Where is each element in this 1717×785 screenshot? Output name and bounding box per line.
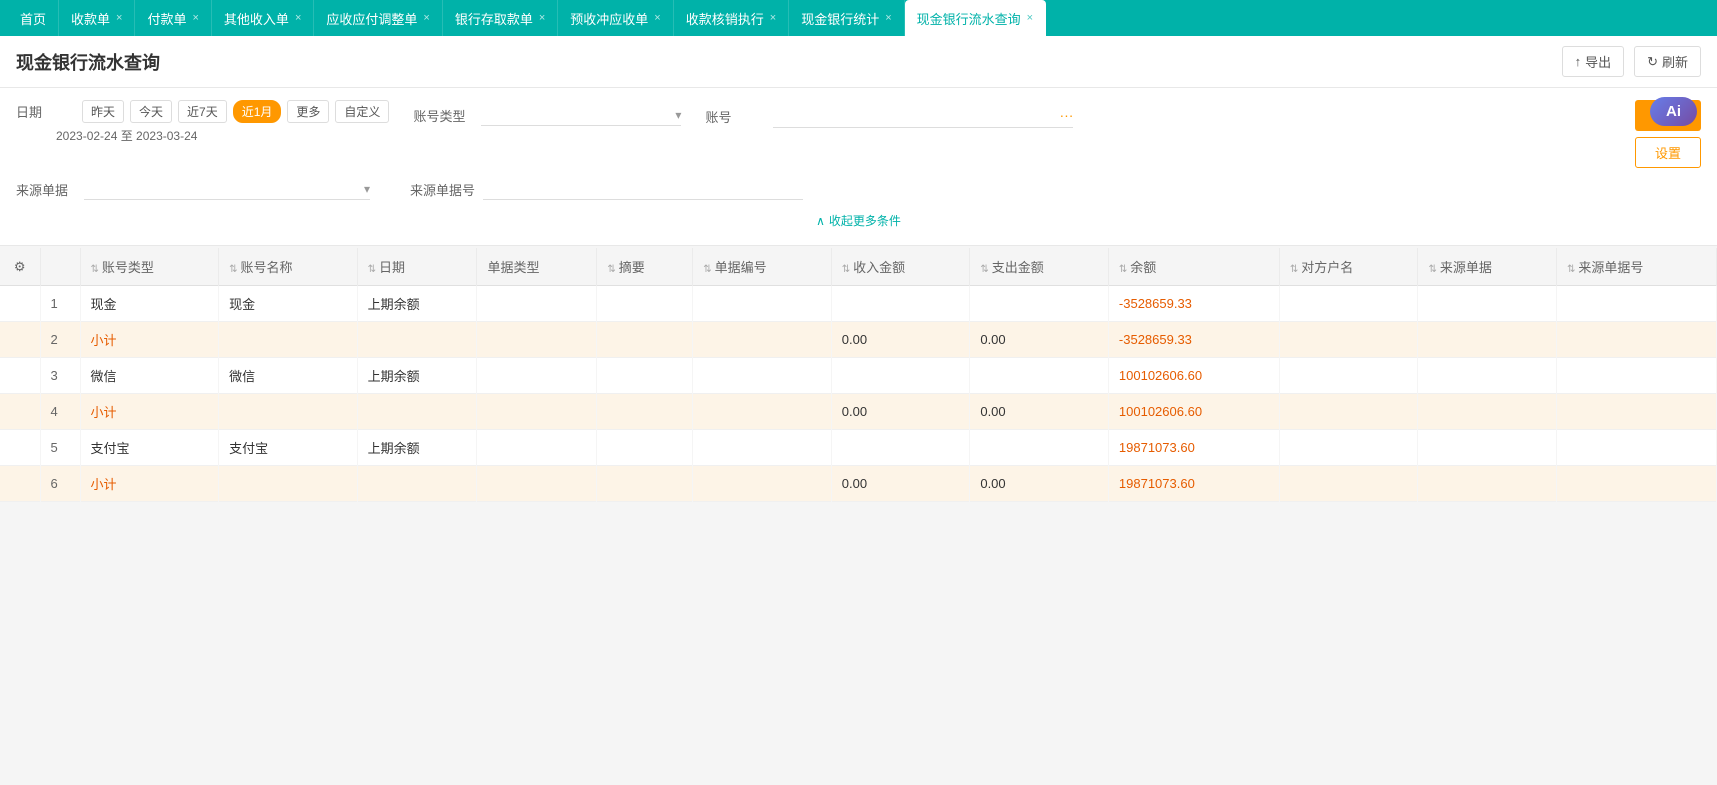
filter-area: 日期 昨天 今天 近7天 近1月 更多 自定义 2023-02-24 至 202… bbox=[0, 88, 1717, 246]
column-doc-type[interactable]: 单据类型 bbox=[477, 248, 597, 286]
page-title: 现金银行流水查询 bbox=[16, 49, 160, 75]
date-range-display: 2023-02-24 至 2023-03-24 bbox=[56, 129, 197, 143]
source-doc-select-wrapper[interactable]: ▾ bbox=[84, 178, 370, 200]
column-expense[interactable]: ⇅支出金额 bbox=[970, 248, 1109, 286]
source-doc-no-wrapper[interactable] bbox=[483, 178, 803, 200]
source-doc-row: 来源单据 ▾ 来源单据号 bbox=[16, 178, 1701, 200]
nav-advance-offset[interactable]: 预收冲应收单 × bbox=[558, 0, 673, 36]
collapse-button[interactable]: ∧ 收起更多条件 bbox=[16, 208, 1701, 233]
close-receipt-icon[interactable]: × bbox=[116, 12, 122, 24]
column-counterparty[interactable]: ⇅对方户名 bbox=[1279, 248, 1418, 286]
settings-button[interactable]: 设置 bbox=[1635, 137, 1701, 168]
account-type-select-wrapper[interactable]: ▾ bbox=[481, 104, 681, 126]
export-icon: ↑ bbox=[1575, 54, 1582, 69]
column-account-name[interactable]: ⇅账号名称 bbox=[219, 248, 358, 286]
close-advance-offset-icon[interactable]: × bbox=[654, 12, 660, 24]
nav-other-income[interactable]: 其他收入单 × bbox=[212, 0, 314, 36]
close-bank-stats-icon[interactable]: × bbox=[885, 12, 891, 24]
date-options: 昨天 今天 近7天 近1月 更多 自定义 bbox=[82, 100, 389, 123]
account-no-label: 账号 bbox=[705, 107, 765, 126]
account-no-input[interactable] bbox=[773, 104, 1051, 125]
account-type-input[interactable] bbox=[481, 104, 675, 125]
date-btn-today[interactable]: 今天 bbox=[130, 100, 172, 123]
date-filter-section: 日期 昨天 今天 近7天 近1月 更多 自定义 2023-02-24 至 202… bbox=[16, 100, 389, 144]
table-body: 1现金现金上期余额-3528659.332小计0.000.00-3528659.… bbox=[0, 286, 1717, 502]
account-no-wrapper: ··· bbox=[773, 104, 1073, 128]
page-header: 现金银行流水查询 ↑ 导出 ↻ 刷新 bbox=[0, 36, 1717, 88]
close-bank-deposit-icon[interactable]: × bbox=[539, 12, 545, 24]
source-doc-filter: 来源单据 ▾ bbox=[16, 178, 370, 200]
refresh-icon: ↻ bbox=[1647, 54, 1658, 70]
table-row[interactable]: 2小计0.000.00-3528659.33 bbox=[0, 322, 1717, 358]
source-doc-no-filter: 来源单据号 bbox=[410, 178, 803, 200]
account-no-filter: 账号 ··· bbox=[705, 104, 1073, 128]
source-doc-label: 来源单据 bbox=[16, 180, 76, 199]
ai-badge[interactable]: Ai bbox=[1650, 97, 1697, 126]
date-btn-1month[interactable]: 近1月 bbox=[233, 100, 282, 123]
column-gear[interactable]: ⚙ bbox=[0, 248, 40, 286]
refresh-button[interactable]: ↻ 刷新 bbox=[1634, 46, 1701, 77]
source-doc-no-label: 来源单据号 bbox=[410, 180, 475, 199]
close-payment-icon[interactable]: × bbox=[192, 12, 198, 24]
date-btn-more[interactable]: 更多 bbox=[287, 100, 329, 123]
nav-payment[interactable]: 付款单 × bbox=[135, 0, 211, 36]
table-header-row: ⚙ ⇅账号类型 ⇅账号名称 ⇅日期 单据类型 ⇅摘要 ⇅单据编号 ⇅收入金额 ⇅… bbox=[0, 248, 1717, 286]
header-actions: ↑ 导出 ↻ 刷新 bbox=[1562, 46, 1701, 77]
account-type-chevron-icon[interactable]: ▾ bbox=[675, 108, 681, 122]
nav-receipt[interactable]: 收款单 × bbox=[59, 0, 135, 36]
column-date[interactable]: ⇅日期 bbox=[357, 248, 477, 286]
close-other-income-icon[interactable]: × bbox=[295, 12, 301, 24]
source-doc-chevron-icon[interactable]: ▾ bbox=[364, 182, 370, 196]
column-summary[interactable]: ⇅摘要 bbox=[597, 248, 693, 286]
close-bank-flow-icon[interactable]: × bbox=[1027, 12, 1033, 24]
nav-bank-stats[interactable]: 现金银行统计 × bbox=[789, 0, 904, 36]
table-row[interactable]: 1现金现金上期余额-3528659.33 bbox=[0, 286, 1717, 322]
date-filter-label: 日期 bbox=[16, 102, 76, 121]
table-row[interactable]: 6小计0.000.0019871073.60 bbox=[0, 466, 1717, 502]
nav-bank-deposit[interactable]: 银行存取款单 × bbox=[443, 0, 558, 36]
date-btn-custom[interactable]: 自定义 bbox=[335, 100, 389, 123]
nav-bank-flow[interactable]: 现金银行流水查询 × bbox=[905, 0, 1046, 36]
table-row[interactable]: 4小计0.000.00100102606.60 bbox=[0, 394, 1717, 430]
date-btn-7days[interactable]: 近7天 bbox=[178, 100, 227, 123]
nav-home[interactable]: 首页 bbox=[8, 0, 59, 36]
collapse-arrow-icon: ∧ bbox=[816, 214, 825, 228]
data-table-container: ⚙ ⇅账号类型 ⇅账号名称 ⇅日期 单据类型 ⇅摘要 ⇅单据编号 ⇅收入金额 ⇅… bbox=[0, 248, 1717, 502]
column-doc-no[interactable]: ⇅单据编号 bbox=[693, 248, 832, 286]
column-income[interactable]: ⇅收入金额 bbox=[831, 248, 970, 286]
account-type-label: 账号类型 bbox=[413, 106, 473, 125]
account-type-filter: 账号类型 ▾ bbox=[413, 104, 681, 126]
account-no-dots-icon[interactable]: ··· bbox=[1059, 107, 1073, 123]
column-balance[interactable]: ⇅余额 bbox=[1108, 248, 1279, 286]
export-button[interactable]: ↑ 导出 bbox=[1562, 46, 1625, 77]
source-doc-no-input[interactable] bbox=[483, 178, 803, 199]
close-receipt-exec-icon[interactable]: × bbox=[770, 12, 776, 24]
column-index bbox=[40, 248, 80, 286]
column-account-type[interactable]: ⇅账号类型 bbox=[80, 248, 219, 286]
column-source-doc-no[interactable]: ⇅来源单据号 bbox=[1557, 248, 1717, 286]
date-btn-yesterday[interactable]: 昨天 bbox=[82, 100, 124, 123]
column-source-doc[interactable]: ⇅来源单据 bbox=[1418, 248, 1557, 286]
source-doc-input[interactable] bbox=[84, 178, 364, 199]
top-navigation: 首页 收款单 × 付款单 × 其他收入单 × 应收应付调整单 × 银行存取款单 … bbox=[0, 0, 1717, 36]
data-table: ⚙ ⇅账号类型 ⇅账号名称 ⇅日期 单据类型 ⇅摘要 ⇅单据编号 ⇅收入金额 ⇅… bbox=[0, 248, 1717, 502]
nav-receipt-exec[interactable]: 收款核销执行 × bbox=[674, 0, 789, 36]
close-ar-ap-adjust-icon[interactable]: × bbox=[423, 12, 429, 24]
table-row[interactable]: 5支付宝支付宝上期余额19871073.60 bbox=[0, 430, 1717, 466]
nav-ar-ap-adjust[interactable]: 应收应付调整单 × bbox=[314, 0, 442, 36]
table-row[interactable]: 3微信微信上期余额100102606.60 bbox=[0, 358, 1717, 394]
